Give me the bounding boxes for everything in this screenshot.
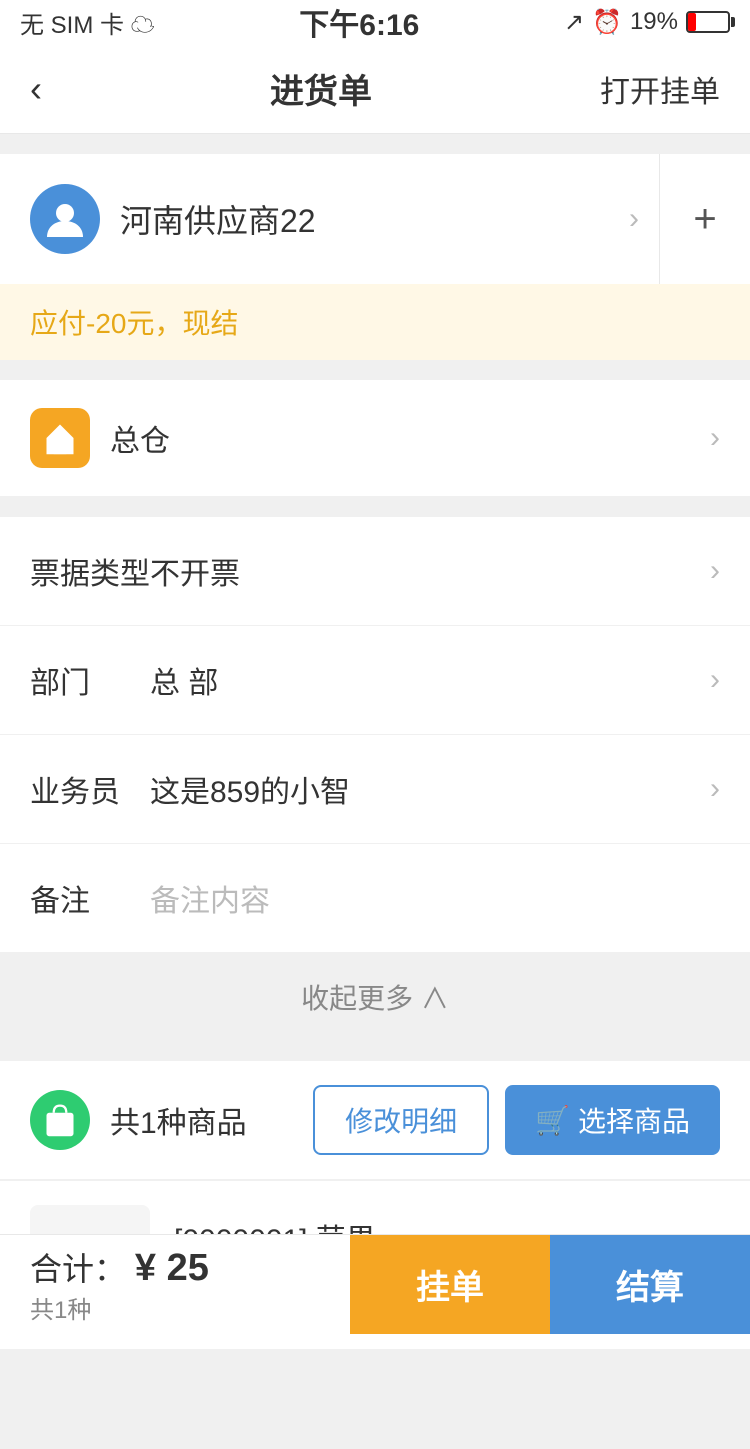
remark-label: 备注 — [30, 876, 150, 920]
person-icon — [45, 199, 85, 239]
department-value: 总 部 — [150, 658, 700, 702]
battery-percent: 19% — [630, 8, 678, 36]
open-hang-button[interactable]: 打开挂单 — [600, 67, 720, 111]
checkout-button[interactable]: 结算 — [550, 1235, 750, 1334]
department-label: 部门 — [30, 658, 150, 702]
gap-1 — [0, 134, 750, 154]
sim-label: 无 SIM 卡 ☁ — [20, 5, 155, 40]
direction-icon: ↗ — [564, 8, 584, 37]
total-section: 合计： ¥ 25 共1种 — [0, 1235, 350, 1334]
page-title: 进货单 — [270, 64, 372, 113]
department-row[interactable]: 部门 总 部 › — [0, 626, 750, 735]
supplier-selector[interactable]: 河南供应商22 › — [0, 154, 660, 284]
battery-icon — [686, 11, 730, 33]
department-chevron-icon: › — [710, 663, 720, 697]
total-label: 合计： — [30, 1251, 126, 1287]
total-count: 共1种 — [30, 1290, 320, 1325]
ticket-type-row[interactable]: 票据类型 不开票 › — [0, 517, 750, 626]
alarm-icon: ⏰ — [592, 8, 622, 37]
remark-placeholder: 备注内容 — [150, 876, 720, 920]
collapse-button[interactable]: 收起更多 ∧ — [0, 953, 750, 1041]
home-icon — [42, 420, 78, 456]
nav-bar: ‹ 进货单 打开挂单 — [0, 44, 750, 134]
gap-2 — [0, 360, 750, 380]
salesperson-label: 业务员 — [30, 767, 150, 811]
cart-icon: 🛒 — [535, 1104, 570, 1137]
gap-4 — [0, 1041, 750, 1061]
status-bar: 无 SIM 卡 ☁ 下午6:16 ↗ ⏰ 19% — [0, 0, 750, 44]
ticket-type-value: 不开票 — [150, 549, 700, 593]
salesperson-chevron-icon: › — [710, 772, 720, 806]
supplier-section: 河南供应商22 › + — [0, 154, 750, 284]
salesperson-row[interactable]: 业务员 这是859的小智 › — [0, 735, 750, 844]
warehouse-chevron-icon: › — [710, 421, 720, 455]
supplier-avatar — [30, 184, 100, 254]
products-header: 共1种商品 修改明细 🛒 选择商品 — [0, 1061, 750, 1179]
total-amount-row: 合计： ¥ 25 — [30, 1244, 320, 1290]
warehouse-icon — [30, 408, 90, 468]
gap-3 — [0, 497, 750, 517]
notice-banner: 应付-20元，现结 — [0, 284, 750, 360]
status-time: 下午6:16 — [299, 0, 419, 44]
ticket-type-chevron-icon: › — [710, 554, 720, 588]
total-amount: ¥ 25 — [135, 1247, 209, 1289]
select-product-button[interactable]: 🛒 选择商品 — [505, 1085, 720, 1155]
status-left: 无 SIM 卡 ☁ — [20, 5, 155, 40]
add-supplier-button[interactable]: + — [660, 154, 750, 284]
warehouse-row[interactable]: 总仓 › — [0, 380, 750, 497]
chevron-right-icon: › — [629, 202, 639, 236]
hang-button[interactable]: 挂单 — [350, 1235, 550, 1334]
ticket-type-label: 票据类型 — [30, 549, 150, 593]
warehouse-name: 总仓 — [110, 416, 700, 460]
bottom-bar: 合计： ¥ 25 共1种 挂单 结算 — [0, 1234, 750, 1334]
product-count-text: 共1种商品 — [110, 1098, 313, 1142]
shopping-bag-icon — [42, 1102, 78, 1138]
remark-row[interactable]: 备注 备注内容 — [0, 844, 750, 953]
product-count-icon — [30, 1090, 90, 1150]
edit-detail-button[interactable]: 修改明细 — [313, 1085, 489, 1155]
salesperson-value: 这是859的小智 — [150, 767, 700, 811]
supplier-name: 河南供应商22 — [120, 196, 619, 242]
status-right: ↗ ⏰ 19% — [564, 8, 730, 37]
back-button[interactable]: ‹ — [30, 68, 42, 110]
